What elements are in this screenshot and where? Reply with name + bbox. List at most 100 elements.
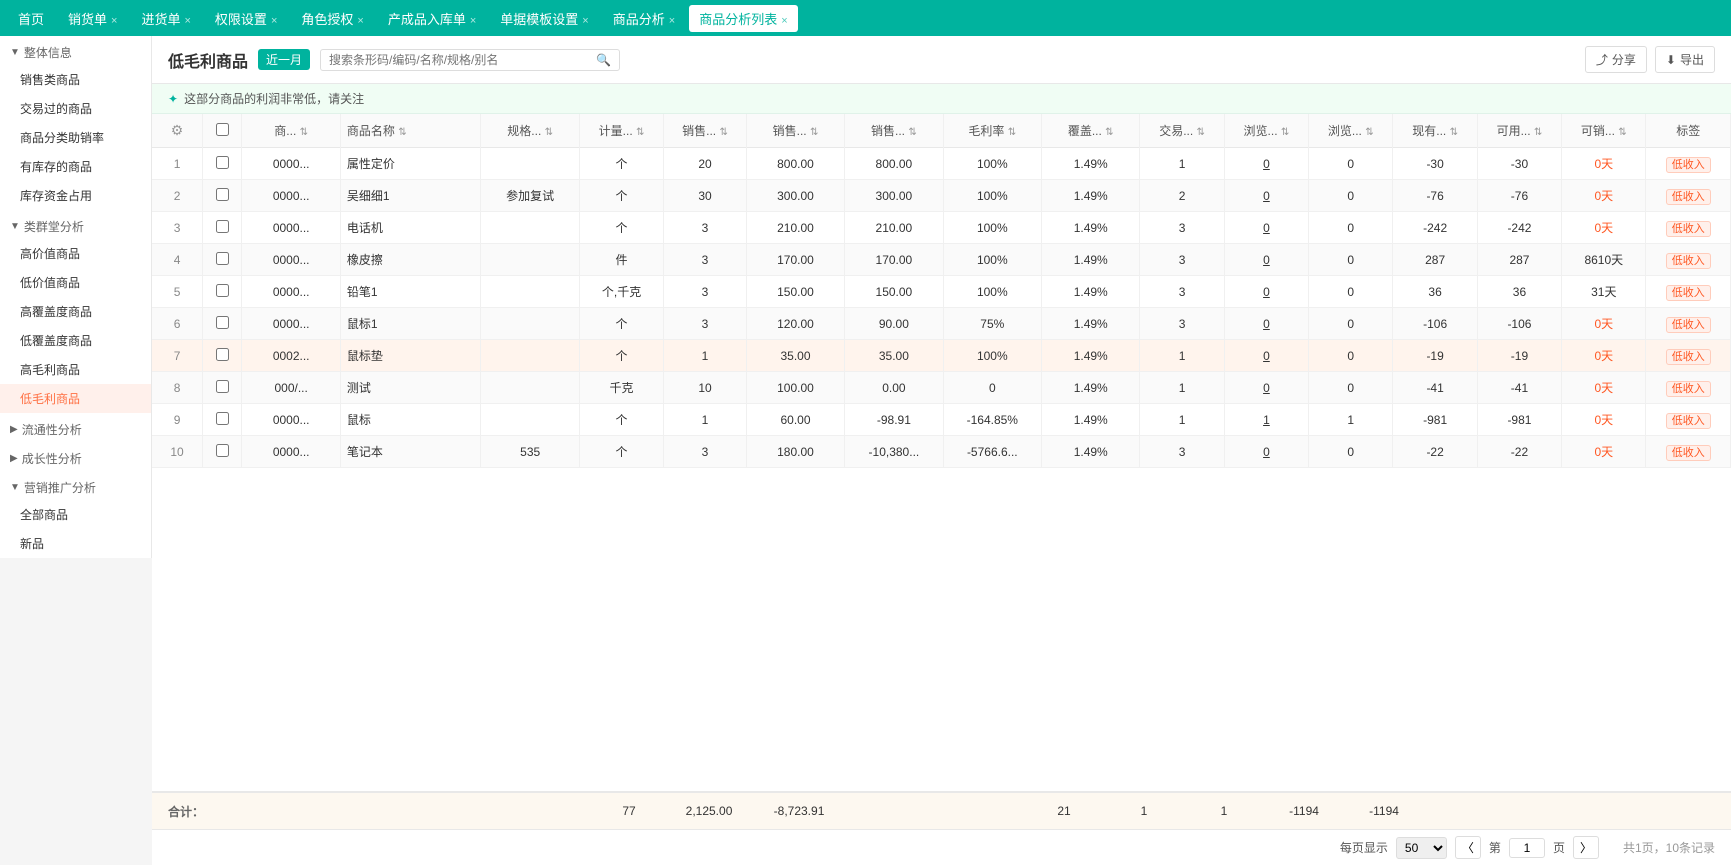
nav-close-icon[interactable]: × [669, 15, 675, 27]
th-checkbox[interactable] [203, 114, 242, 148]
nav-close-icon[interactable]: × [781, 15, 787, 27]
nav-item-进货单[interactable]: 进货单× [131, 5, 200, 32]
share-button[interactable]: ⤴ 分享 [1585, 46, 1647, 73]
export-button[interactable]: ⬇ 导出 [1655, 46, 1715, 73]
row-browse1[interactable]: 0 [1224, 340, 1308, 372]
row-browse1[interactable]: 0 [1224, 212, 1308, 244]
row-checkbox[interactable] [216, 412, 229, 425]
search-input[interactable] [329, 53, 592, 67]
nav-item-商品分析[interactable]: 商品分析× [603, 5, 685, 32]
row-sale-amount: 300.00 [845, 180, 943, 212]
row-gross-rate: 100% [943, 212, 1041, 244]
row-checkbox[interactable] [216, 380, 229, 393]
page-number-input[interactable] [1509, 838, 1545, 858]
table-container[interactable]: ⚙ 商... ⇅ 商品名称 ⇅ 规格... ⇅ 计量... ⇅ 销售... ⇅ … [152, 114, 1731, 791]
filter-tag[interactable]: 近一月 [258, 49, 310, 70]
row-current-stock: -30 [1393, 148, 1477, 180]
row-checkbox-cell[interactable] [203, 404, 242, 436]
nav-close-icon[interactable]: × [184, 15, 190, 27]
nav-close-icon[interactable]: × [111, 15, 117, 27]
row-unit: 个 [579, 212, 663, 244]
row-browse2: 0 [1309, 436, 1393, 468]
row-coverage: 1.49% [1042, 340, 1140, 372]
sidebar-group-整体信息[interactable]: ▼整体信息 [0, 36, 151, 65]
sidebar-item-交易过的商品[interactable]: 交易过的商品 [0, 94, 151, 123]
sidebar-group-流通性分析[interactable]: ▶流通性分析 [0, 413, 151, 442]
search-icon[interactable]: 🔍 [596, 53, 611, 67]
row-trade: 3 [1140, 244, 1224, 276]
row-saleable: 0天 [1562, 212, 1646, 244]
row-checkbox[interactable] [216, 444, 229, 457]
nav-close-icon[interactable]: × [271, 15, 277, 27]
chevron-icon: ▼ [10, 47, 20, 58]
row-current-stock: -981 [1393, 404, 1477, 436]
th-settings[interactable]: ⚙ [152, 114, 203, 148]
row-checkbox[interactable] [216, 252, 229, 265]
row-current-stock: -76 [1393, 180, 1477, 212]
row-browse1[interactable]: 0 [1224, 436, 1308, 468]
row-code: 0000... [242, 308, 340, 340]
sidebar-item-低覆盖度商品[interactable]: 低覆盖度商品 [0, 326, 151, 355]
row-sale-price: 120.00 [746, 308, 844, 340]
next-page-button[interactable]: 〉 [1573, 836, 1599, 859]
sidebar-group-类群堂分析[interactable]: ▼类群堂分析 [0, 210, 151, 239]
row-browse1[interactable]: 0 [1224, 148, 1308, 180]
sidebar-item-低价值商品[interactable]: 低价值商品 [0, 268, 151, 297]
nav-item-销货单[interactable]: 销货单× [58, 5, 127, 32]
row-checkbox-cell[interactable] [203, 148, 242, 180]
sidebar-item-低毛利商品[interactable]: 低毛利商品 [0, 384, 151, 413]
nav-close-icon[interactable]: × [357, 15, 363, 27]
row-checkbox-cell[interactable] [203, 244, 242, 276]
share-icon: ⤴ [1596, 51, 1608, 68]
row-checkbox-cell[interactable] [203, 276, 242, 308]
nav-item-单据模板设置[interactable]: 单据模板设置× [490, 5, 598, 32]
nav-item-权限设置[interactable]: 权限设置× [205, 5, 287, 32]
row-checkbox-cell[interactable] [203, 308, 242, 340]
sidebar-item-库存资金占用[interactable]: 库存资金占用 [0, 181, 151, 210]
sidebar-item-有库存的商品[interactable]: 有库存的商品 [0, 152, 151, 181]
row-checkbox[interactable] [216, 348, 229, 361]
row-tag: 低收入 [1646, 276, 1731, 308]
row-sale-price: 170.00 [746, 244, 844, 276]
row-checkbox[interactable] [216, 316, 229, 329]
row-checkbox[interactable] [216, 156, 229, 169]
row-checkbox-cell[interactable] [203, 212, 242, 244]
select-all-checkbox[interactable] [216, 123, 229, 136]
sidebar-item-高价值商品[interactable]: 高价值商品 [0, 239, 151, 268]
row-checkbox[interactable] [216, 220, 229, 233]
sidebar-group-营销推广分析[interactable]: ▼营销推广分析 [0, 471, 151, 500]
nav-item-产成品入库单[interactable]: 产成品入库单× [378, 5, 486, 32]
row-checkbox-cell[interactable] [203, 180, 242, 212]
row-checkbox-cell[interactable] [203, 372, 242, 404]
row-browse1[interactable]: 0 [1224, 372, 1308, 404]
nav-close-icon[interactable]: × [470, 15, 476, 27]
row-current-stock: -106 [1393, 308, 1477, 340]
sidebar-item-商品分类助销率[interactable]: 商品分类助销率 [0, 123, 151, 152]
settings-icon[interactable]: ⚙ [171, 122, 184, 138]
row-sale-qty: 1 [664, 404, 747, 436]
sidebar-item-全部商品[interactable]: 全部商品 [0, 500, 151, 529]
nav-close-icon[interactable]: × [582, 15, 588, 27]
sidebar-item-高覆盖度商品[interactable]: 高覆盖度商品 [0, 297, 151, 326]
row-saleable: 0天 [1562, 180, 1646, 212]
row-checkbox-cell[interactable] [203, 436, 242, 468]
sidebar-item-新品[interactable]: 新品 [0, 529, 151, 558]
row-browse1[interactable]: 0 [1224, 308, 1308, 340]
nav-item-角色授权[interactable]: 角色授权× [291, 5, 373, 32]
nav-item-首页[interactable]: 首页 [8, 5, 54, 32]
row-browse1[interactable]: 0 [1224, 276, 1308, 308]
row-name: 测试 [340, 372, 481, 404]
row-checkbox[interactable] [216, 188, 229, 201]
sidebar-group-成长性分析[interactable]: ▶成长性分析 [0, 442, 151, 471]
row-sale-qty: 3 [664, 308, 747, 340]
row-browse1[interactable]: 1 [1224, 404, 1308, 436]
sidebar-item-高毛利商品[interactable]: 高毛利商品 [0, 355, 151, 384]
row-browse1[interactable]: 0 [1224, 244, 1308, 276]
row-browse1[interactable]: 0 [1224, 180, 1308, 212]
sidebar-item-销售类商品[interactable]: 销售类商品 [0, 65, 151, 94]
nav-item-商品分析列表[interactable]: 商品分析列表× [689, 5, 797, 32]
prev-page-button[interactable]: 〈 [1455, 836, 1481, 859]
row-checkbox[interactable] [216, 284, 229, 297]
row-checkbox-cell[interactable] [203, 340, 242, 372]
per-page-select[interactable]: 50 20 100 [1396, 837, 1447, 859]
